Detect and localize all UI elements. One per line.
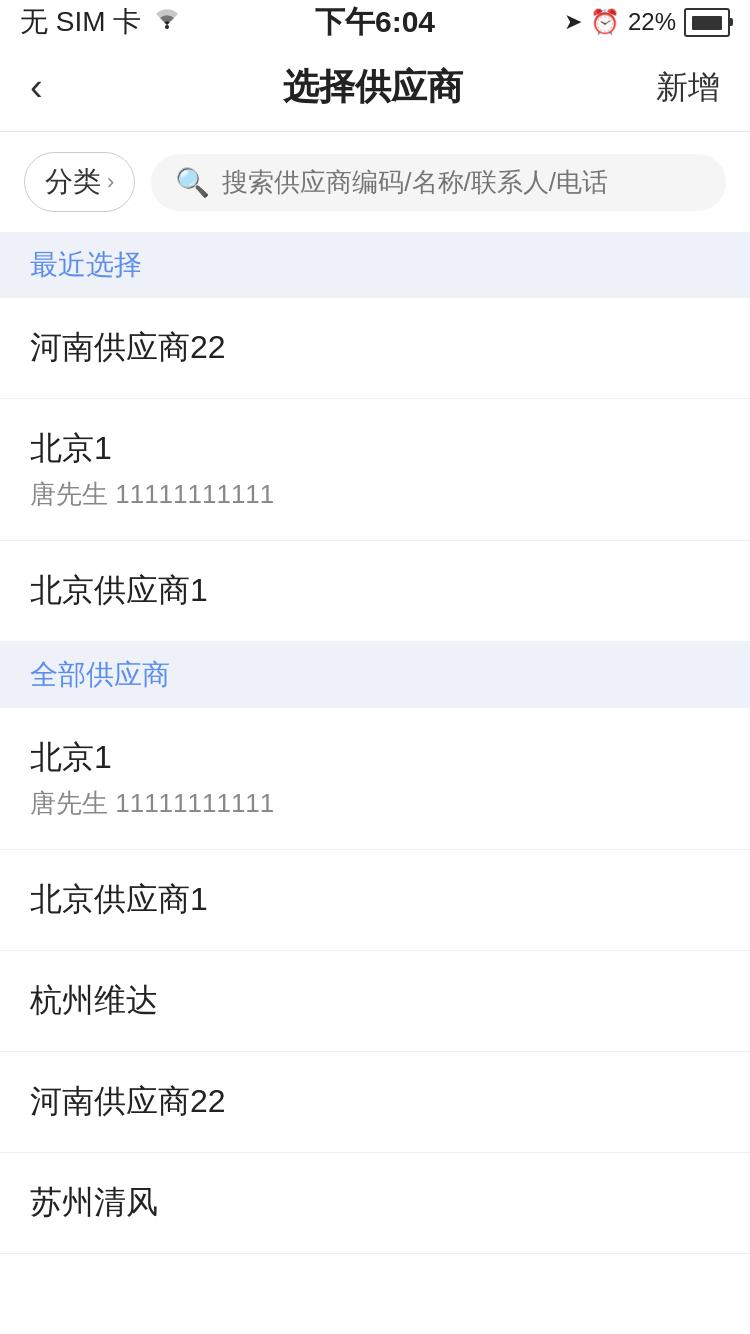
search-input[interactable] (222, 167, 702, 198)
item-name: 河南供应商22 (30, 326, 720, 370)
all-section-header: 全部供应商 (0, 642, 750, 708)
status-time: 下午6:04 (315, 2, 435, 43)
wifi-icon (151, 6, 183, 38)
list-item[interactable]: 北京供应商1 (0, 541, 750, 642)
item-name: 苏州清风 (30, 1181, 720, 1225)
page-title: 选择供应商 (283, 63, 463, 112)
list-item[interactable]: 北京1 唐先生 11111111111 (0, 708, 750, 850)
svg-point-0 (165, 25, 169, 29)
all-list: 北京1 唐先生 11111111111 北京供应商1 杭州维达河南供应商22 苏州清… (0, 708, 750, 1254)
status-bar: 无 SIM 卡 下午6:04 ➤ ⏰ 22% (0, 0, 750, 44)
item-sub: 唐先生 11111111111 (30, 477, 720, 512)
list-item[interactable]: 河南供应商22 (0, 298, 750, 399)
back-button[interactable]: ‹ (30, 66, 90, 109)
all-section-label: 全部供应商 (30, 659, 170, 690)
list-item[interactable]: 河南供应商22 (0, 1052, 750, 1153)
status-left: 无 SIM 卡 (20, 3, 183, 41)
list-item[interactable]: 苏州清风 (0, 1153, 750, 1254)
item-name: 北京供应商1 (30, 569, 720, 613)
filter-bar: 分类 › 🔍 (0, 132, 750, 232)
list-item[interactable]: 北京供应商1 (0, 850, 750, 951)
battery-label: 22% (628, 8, 676, 36)
recent-section-header: 最近选择 (0, 232, 750, 298)
category-button[interactable]: 分类 › (24, 152, 135, 212)
search-box: 🔍 (151, 154, 726, 211)
battery-icon (684, 8, 730, 37)
category-label: 分类 (45, 163, 101, 201)
item-name: 北京供应商1 (30, 878, 720, 922)
item-name: 北京1 (30, 427, 720, 471)
search-icon: 🔍 (175, 166, 210, 199)
item-name: 杭州维达 (30, 979, 720, 1023)
list-item[interactable]: 杭州维达 (0, 951, 750, 1052)
carrier-label: 无 SIM 卡 (20, 3, 141, 41)
nav-bar: ‹ 选择供应商 新增 (0, 44, 750, 132)
recent-list: 河南供应商22 北京1 唐先生 11111111111 北京供应商1 (0, 298, 750, 642)
item-name: 北京1 (30, 736, 720, 780)
item-name: 河南供应商22 (30, 1080, 720, 1124)
alarm-icon: ⏰ (590, 8, 620, 36)
item-sub: 唐先生 11111111111 (30, 786, 720, 821)
add-button[interactable]: 新增 (656, 66, 720, 110)
status-right: ➤ ⏰ 22% (564, 8, 730, 37)
recent-section-label: 最近选择 (30, 249, 142, 280)
list-item[interactable]: 北京1 唐先生 11111111111 (0, 399, 750, 541)
location-icon: ➤ (564, 9, 582, 35)
chevron-right-icon: › (107, 169, 114, 195)
